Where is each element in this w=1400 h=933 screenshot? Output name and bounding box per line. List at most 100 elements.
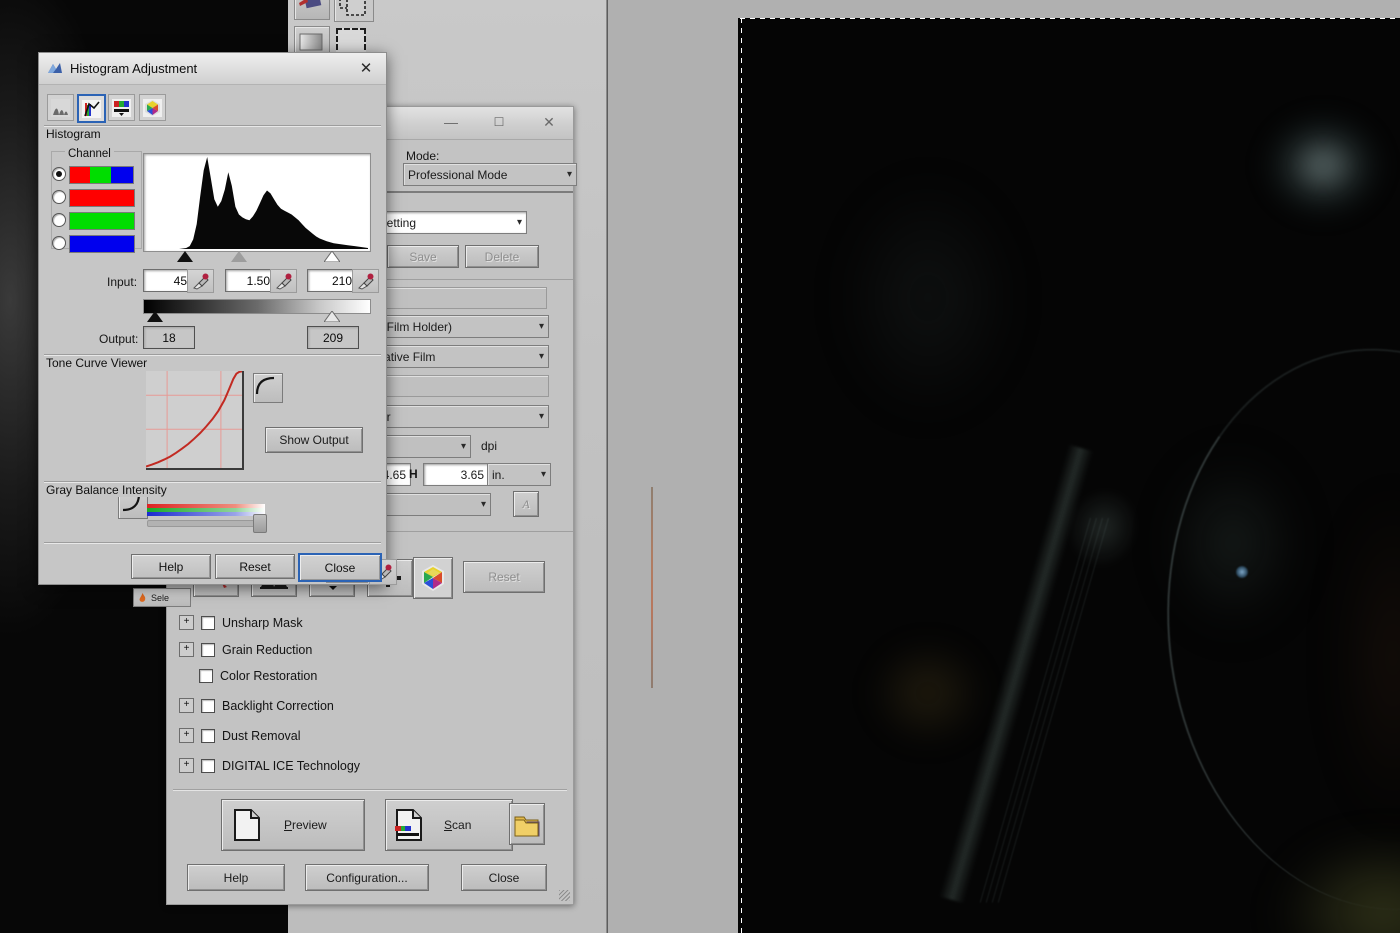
channel-label: Channel <box>65 148 114 160</box>
gray-point-eyedropper-button[interactable] <box>270 269 297 293</box>
minimize-button[interactable]: — <box>433 111 469 133</box>
expand-icon[interactable]: + <box>179 758 194 773</box>
size-unit-value: in. <box>492 467 505 482</box>
histogram-adjustment-dialog[interactable]: Histogram Adjustment ✕ Histogram Channel… <box>38 52 397 585</box>
height-value: 3.65 <box>460 467 484 482</box>
auto-exposure-tab[interactable] <box>47 94 74 121</box>
close-window-button[interactable]: ✕ <box>531 111 567 133</box>
reset-adjustments-button[interactable]: Reset <box>463 561 545 593</box>
selection-tool-button[interactable] <box>334 0 374 22</box>
size-unit-select[interactable]: in. ▾ <box>487 463 551 486</box>
auto-exposure-tab-icon <box>51 98 70 117</box>
color-palette-icon <box>422 565 444 591</box>
checkbox[interactable] <box>199 669 213 683</box>
color-palette-button[interactable] <box>413 557 453 599</box>
color-picker-tool-button[interactable] <box>294 0 330 20</box>
adjustment-label: Color Restoration <box>220 669 318 683</box>
scan-destination-folder-icon <box>514 816 540 837</box>
channel-red-radio[interactable] <box>52 190 66 204</box>
checkbox[interactable] <box>201 728 215 743</box>
photo-glow-left <box>838 178 1018 418</box>
channel-rgb-radio[interactable] <box>52 167 66 181</box>
scan-button-label: Scan <box>444 818 472 832</box>
dpi-label: dpi <box>481 439 498 453</box>
curve-shape-concave-button[interactable] <box>253 373 283 403</box>
mode-select[interactable]: Professional Mode ▾ <box>403 163 577 186</box>
histogram-group-label: Histogram <box>43 127 104 141</box>
checkbox[interactable] <box>201 615 215 630</box>
channel-green-radio[interactable] <box>52 213 66 227</box>
resize-grip[interactable] <box>559 890 570 901</box>
expand-icon[interactable]: + <box>179 728 194 743</box>
checkbox[interactable] <box>201 758 215 773</box>
height-label: H <box>409 467 418 481</box>
histogram-plot[interactable] <box>143 153 371 252</box>
close-icon[interactable]: ✕ <box>352 56 380 80</box>
save-setting-button[interactable]: Save <box>387 245 459 268</box>
output-black-point-slider[interactable] <box>147 311 163 322</box>
chevron-down-icon: ▾ <box>566 169 572 180</box>
dialog-reset-button[interactable]: Reset <box>215 554 295 579</box>
dialog-titlebar[interactable]: Histogram Adjustment ✕ <box>39 53 386 85</box>
input-white-field[interactable]: 210 <box>307 269 358 292</box>
help-button[interactable]: Help <box>187 864 285 891</box>
tone-curve-plot[interactable] <box>145 370 244 470</box>
input-gamma-field[interactable]: 1.50 <box>225 269 276 292</box>
scanned-photo-preview[interactable] <box>738 18 1400 933</box>
histogram-tab-icon <box>82 99 101 118</box>
input-black-field[interactable]: 45 <box>143 269 193 292</box>
mode-select-value: Professional Mode <box>408 167 508 182</box>
maximize-button[interactable]: ☐ <box>481 111 517 133</box>
dialog-help-button[interactable]: Help <box>131 554 211 579</box>
chevron-down-icon: ▾ <box>538 411 544 422</box>
scan-destination-folder-button[interactable] <box>509 803 545 845</box>
gray-balance-slider[interactable] <box>145 503 275 533</box>
adjustment-row-unsharp-mask[interactable]: + Unsharp Mask <box>179 615 303 630</box>
white-point-eyedropper-button[interactable] <box>352 269 379 293</box>
channel-red-swatch <box>69 189 135 207</box>
preview-button-label: Preview <box>284 818 327 832</box>
settings-select[interactable]: t Setting ▾ <box>367 211 527 234</box>
adjustment-row-backlight-correction[interactable]: + Backlight Correction <box>179 698 334 713</box>
color-picker-tool-icon <box>299 0 322 9</box>
checkbox[interactable] <box>201 698 215 713</box>
input-white-point-slider[interactable] <box>324 251 340 262</box>
expand-icon[interactable]: + <box>179 698 194 713</box>
histogram-tab[interactable] <box>77 94 106 123</box>
taskbar-item-select[interactable]: Sele <box>133 588 191 607</box>
configuration-button[interactable]: Configuration... <box>305 864 429 891</box>
channel-blue-radio[interactable] <box>52 236 66 250</box>
adjustment-row-grain-reduction[interactable]: + Grain Reduction <box>179 642 312 657</box>
mode-label: Mode: <box>406 149 440 163</box>
show-output-button[interactable]: Show Output <box>265 427 363 453</box>
height-input[interactable]: 3.65 <box>423 463 489 486</box>
delete-setting-button[interactable]: Delete <box>465 245 539 268</box>
preview-button[interactable]: Preview <box>221 799 365 851</box>
input-gamma-slider[interactable] <box>231 251 247 262</box>
black-point-eyedropper-button[interactable] <box>187 269 214 293</box>
photo-glow-amber <box>868 638 988 748</box>
expand-icon[interactable]: + <box>179 615 194 630</box>
scan-button[interactable]: Scan <box>385 799 513 851</box>
output-black-field[interactable]: 18 <box>143 326 195 349</box>
adjustment-row-color-restoration[interactable]: Color Restoration <box>199 669 317 683</box>
output-white-field[interactable]: 209 <box>307 326 359 349</box>
expand-icon[interactable]: + <box>179 642 194 657</box>
channel-rgb-swatch-blue <box>111 166 134 184</box>
output-white-point-slider[interactable] <box>324 311 340 322</box>
tone-correction-tab[interactable] <box>108 94 135 121</box>
color-balance-tab-icon <box>143 98 162 117</box>
adjustment-row-dust-removal[interactable]: + Dust Removal <box>179 728 301 743</box>
document-preview-icon <box>234 809 260 841</box>
dialog-close-button[interactable]: Close <box>298 553 382 582</box>
adjustment-row-digital-ice[interactable]: + DIGITAL ICE Technology <box>179 758 360 773</box>
input-black-point-slider[interactable] <box>177 251 193 262</box>
target-size-lock-button[interactable]: A <box>513 491 539 517</box>
adjustment-label: Backlight Correction <box>222 698 334 713</box>
scan-close-button[interactable]: Close <box>461 864 547 891</box>
color-balance-tab[interactable] <box>139 94 166 121</box>
channel-green-swatch <box>69 212 135 230</box>
chevron-down-icon: ▾ <box>540 469 546 480</box>
checkbox[interactable] <box>201 642 215 657</box>
gray-balance-slider-knob[interactable] <box>253 514 267 533</box>
